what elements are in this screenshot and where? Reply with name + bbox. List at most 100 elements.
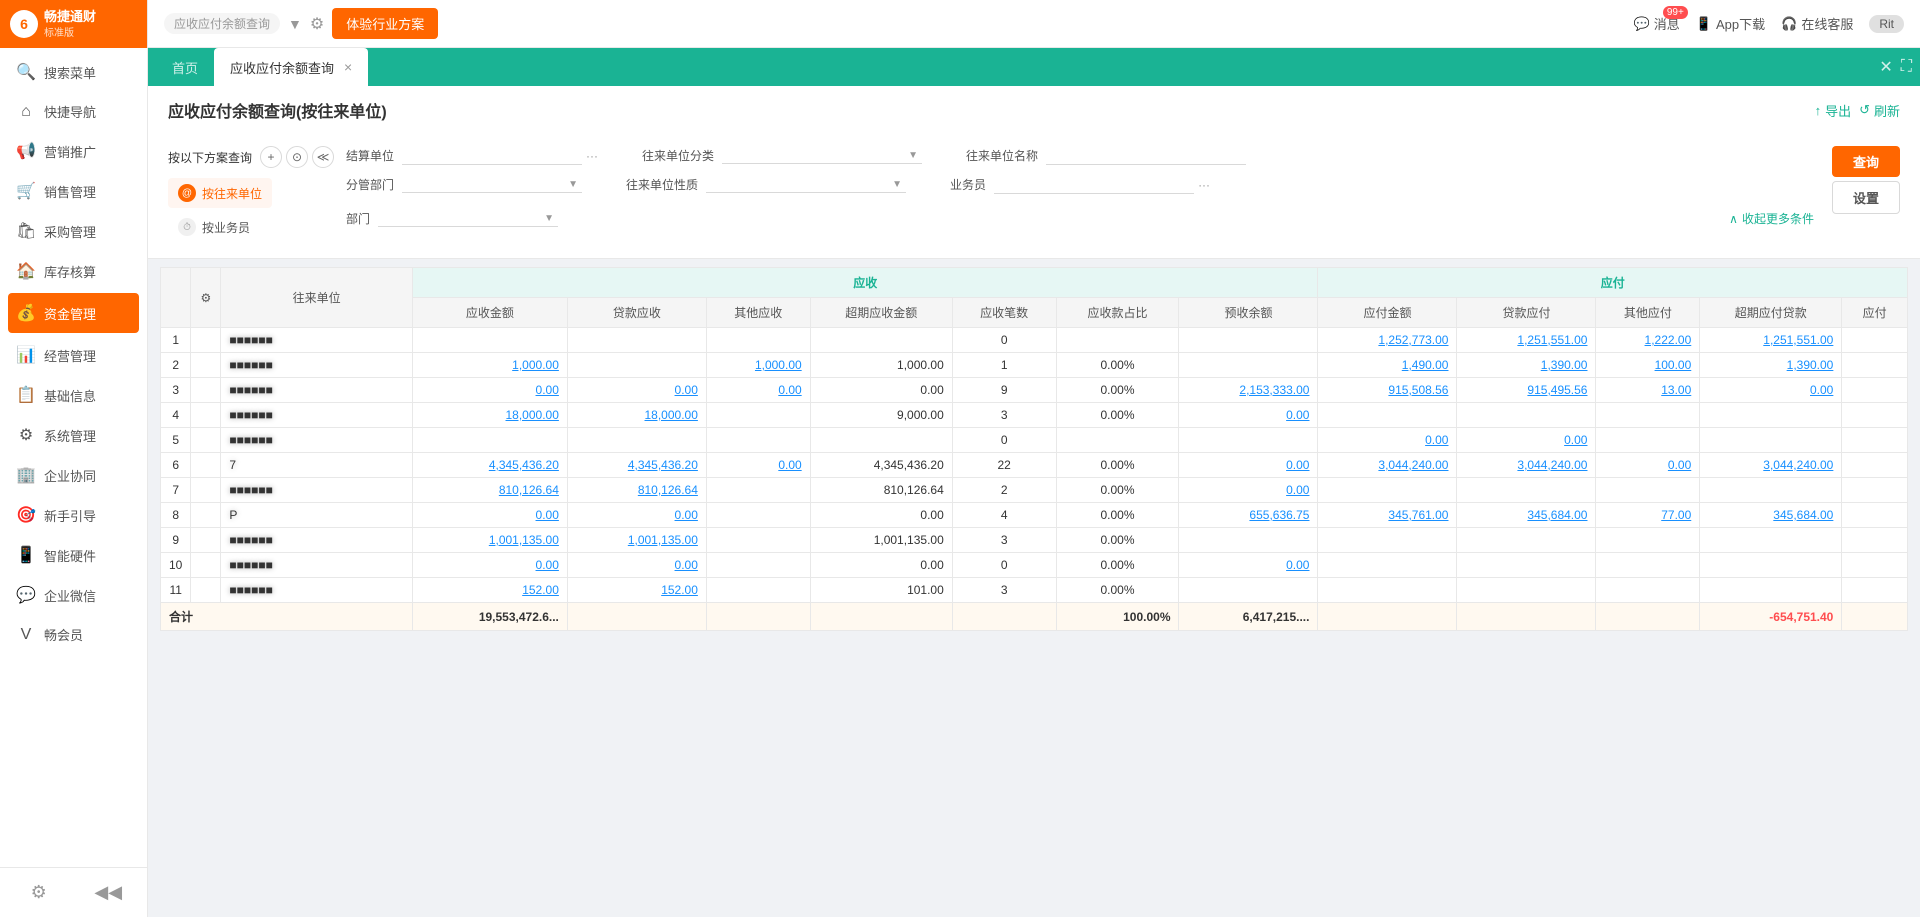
th-settings[interactable]: ⚙ <box>191 268 221 328</box>
sidebar-item-vip[interactable]: V 畅会员 <box>0 615 147 654</box>
th-payable-group: 应付 <box>1318 268 1908 298</box>
service-label: 在线客服 <box>1801 14 1853 33</box>
footer-recv-count <box>952 603 1056 631</box>
sidebar-item-fund[interactable]: 💰 资金管理 <box>8 293 139 333</box>
refresh-btn[interactable]: ↺ 刷新 <box>1859 101 1900 120</box>
sidebar-item-label: 智能硬件 <box>44 546 96 565</box>
partner-cell: 7 <box>221 453 413 478</box>
sidebar-item-label: 销售管理 <box>44 182 96 201</box>
sidebar-item-guide[interactable]: 🎯 新手引导 <box>0 495 147 535</box>
sidebar-item-basic-info[interactable]: 📋 基础信息 <box>0 375 147 415</box>
filter-department: 部门 ▼ <box>346 210 558 227</box>
logo-icon: 6 <box>10 10 38 38</box>
sidebar-item-enterprise[interactable]: 🏢 企业协同 <box>0 455 147 495</box>
partner-cell: P <box>221 503 413 528</box>
online-service-btn[interactable]: 🎧 在线客服 <box>1781 14 1853 33</box>
page-actions: ↑ 导出 ↺ 刷新 <box>1815 101 1900 120</box>
sidebar-item-label: 采购管理 <box>44 222 96 241</box>
collapse-more-btn[interactable]: ∧ 收起更多条件 <box>1723 204 1820 233</box>
sidebar-item-inventory[interactable]: 🏠 库存核算 <box>0 251 147 291</box>
header-dropdown-btn[interactable]: ▼ <box>288 16 302 32</box>
sub-nav-by-unit[interactable]: @ 按往来单位 <box>168 178 272 208</box>
footer-other-pay <box>1596 603 1700 631</box>
unit-category-select[interactable]: ▼ <box>722 148 922 164</box>
partner-cell: ■■■■■■ <box>221 403 413 428</box>
add-scheme-btn[interactable]: + <box>260 146 282 168</box>
export-icon: ↑ <box>1815 103 1822 118</box>
table-row: 10■■■■■■0.000.000.0000.00%0.00 <box>161 553 1908 578</box>
sidebar-item-label: 系统管理 <box>44 426 96 445</box>
settings-query-btn[interactable]: 设置 <box>1832 181 1900 214</box>
sidebar-item-purchase[interactable]: 🛍 采购管理 <box>0 211 147 251</box>
collapse-sidebar-btn[interactable]: ◀◀ <box>78 876 140 909</box>
settlement-unit-dots[interactable]: ··· <box>586 149 598 163</box>
filter-unit-category: 往来单位分类 ▼ <box>642 147 922 164</box>
partner-cell: ■■■■■■ <box>221 428 413 453</box>
table-row: 4■■■■■■18,000.0018,000.009,000.0030.00%0… <box>161 403 1908 428</box>
th-pay-amount: 应付金额 <box>1318 298 1457 328</box>
search-icon: 🔍 <box>16 62 36 82</box>
query-btn[interactable]: 查询 <box>1832 146 1900 177</box>
salesperson-input[interactable] <box>994 175 1194 194</box>
scheme-add-btns: + ⊙ ≪ <box>260 146 334 168</box>
salesperson-dots[interactable]: ··· <box>1198 178 1210 192</box>
manage-scheme-btn[interactable]: ⊙ <box>286 146 308 168</box>
table-row: 11■■■■■■152.00152.00101.0030.00% <box>161 578 1908 603</box>
tab-maximize-btn[interactable]: ⛶ <box>1901 58 1912 76</box>
department-select[interactable]: ▼ <box>378 211 558 227</box>
footer-receivable: 19,553,472.6... <box>412 603 567 631</box>
sidebar-bottom: ⚙ ◀◀ <box>0 867 147 917</box>
th-recv-count: 应收笔数 <box>952 298 1056 328</box>
table-row: 1■■■■■■01,252,773.001,251,551.001,222.00… <box>161 328 1908 353</box>
sub-nav-by-staff[interactable]: ⏱ 按业务员 <box>168 212 260 242</box>
collapse-label: 收起更多条件 <box>1742 210 1814 227</box>
table-row: 2■■■■■■1,000.001,000.001,000.0010.00%1,4… <box>161 353 1908 378</box>
sidebar-item-marketing[interactable]: 📢 营销推广 <box>0 131 147 171</box>
export-btn[interactable]: ↑ 导出 <box>1815 101 1852 120</box>
refresh-label: 刷新 <box>1874 101 1900 120</box>
sidebar-item-sales[interactable]: 🛒 销售管理 <box>0 171 147 211</box>
settings-bottom-btn[interactable]: ⚙ <box>8 876 70 909</box>
unit-name-input[interactable] <box>1046 146 1246 165</box>
sidebar-item-wechat[interactable]: 💬 企业微信 <box>0 575 147 615</box>
collapse-scheme-btn[interactable]: ≪ <box>312 146 334 168</box>
dept-select[interactable]: ▼ <box>402 177 582 193</box>
tab-close-window-btn[interactable]: ✕ <box>1879 57 1892 77</box>
settlement-unit-input[interactable] <box>402 146 582 165</box>
sub-nav: @ 按往来单位 <box>168 178 334 208</box>
tab-ar-ap-label: 应收应付余额查询 <box>230 58 334 77</box>
sidebar-item-label: 新手引导 <box>44 506 96 525</box>
sidebar-item-search-menu[interactable]: 🔍 搜索菜单 <box>0 52 147 92</box>
filter-settlement-unit: 结算单位 ··· <box>346 146 598 165</box>
marketing-icon: 📢 <box>16 141 36 161</box>
by-staff-icon: ⏱ <box>178 218 196 236</box>
sidebar-item-smart[interactable]: 📱 智能硬件 <box>0 535 147 575</box>
unit-nature-select[interactable]: ▼ <box>706 177 906 193</box>
tab-close-btn[interactable]: × <box>344 59 352 75</box>
page-title: 应收应付余额查询(按往来单位) <box>168 98 387 122</box>
header-gear-btn[interactable]: ⚙ <box>310 14 324 34</box>
app-download-icon: 📱 <box>1696 16 1712 32</box>
sidebar-item-quick-nav[interactable]: ⌂ 快捷导航 <box>0 92 147 131</box>
sidebar-item-operations[interactable]: 📊 经营管理 <box>0 335 147 375</box>
tab-ar-ap-query[interactable]: 应收应付余额查询 × <box>214 48 368 86</box>
message-btn[interactable]: 💬 消息 99+ <box>1634 14 1680 33</box>
service-icon: 🎧 <box>1781 16 1797 32</box>
page-title-row: 应收应付余额查询(按往来单位) ↑ 导出 ↺ 刷新 <box>168 98 1900 122</box>
unit-name-label: 往来单位名称 <box>966 147 1038 164</box>
user-menu[interactable]: Rit <box>1869 15 1904 33</box>
app-download-btn[interactable]: 📱 App下载 <box>1696 14 1765 33</box>
industry-solution-btn[interactable]: 体验行业方案 <box>332 8 438 39</box>
partner-cell: ■■■■■■ <box>221 378 413 403</box>
tab-home[interactable]: 首页 <box>156 48 214 86</box>
partner-cell: ■■■■■■ <box>221 328 413 353</box>
sidebar-item-system[interactable]: ⚙ 系统管理 <box>0 415 147 455</box>
table-row: 8P0.000.000.0040.00%655,636.75345,761.00… <box>161 503 1908 528</box>
partner-cell: ■■■■■■ <box>221 353 413 378</box>
basic-info-icon: 📋 <box>16 385 36 405</box>
by-unit-label: 按往来单位 <box>202 185 262 202</box>
footer-loan-pay <box>1457 603 1596 631</box>
footer-pay-suffix <box>1842 603 1908 631</box>
page-content: 应收应付余额查询(按往来单位) ↑ 导出 ↺ 刷新 <box>148 86 1920 917</box>
sidebar-item-label: 基础信息 <box>44 386 96 405</box>
